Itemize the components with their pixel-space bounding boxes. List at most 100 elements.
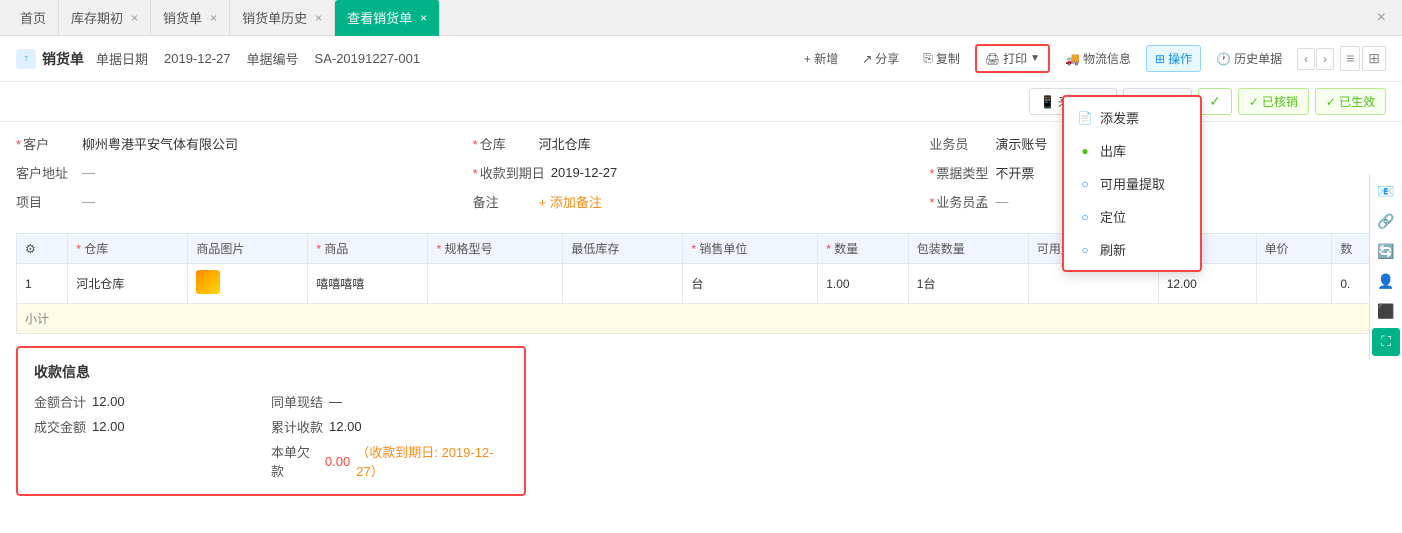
menu-refresh[interactable]: ○ 刷新 xyxy=(1064,233,1200,266)
logistics-icon: 🚚 xyxy=(1065,52,1080,66)
ticket-type-label: 票据类型 xyxy=(929,163,989,182)
same-order-item: 同单现结 — xyxy=(271,392,508,411)
tab-bar: 首页 库存期初 × 销货单 × 销货单历史 × 查看销货单 × × xyxy=(0,0,1402,36)
doc-header: ↑ 销货单 单据日期 2019-12-27 单据编号 SA-20191227-0… xyxy=(0,36,1402,82)
warehouse-label: 仓库 xyxy=(473,134,533,153)
tab-inventory[interactable]: 库存期初 × xyxy=(59,0,151,36)
sidebar-link-icon[interactable]: 🔗 xyxy=(1372,208,1400,236)
product-image xyxy=(196,270,220,294)
menu-available-qty[interactable]: ○ 可用量提取 xyxy=(1064,167,1200,200)
tab-history[interactable]: 销货单历史 × xyxy=(230,0,335,36)
sidebar-email-icon[interactable]: 📧 xyxy=(1372,178,1400,206)
list-view-icon[interactable]: ≡ xyxy=(1340,46,1360,71)
project-label: 项目 xyxy=(16,192,76,211)
col-product: 商品 xyxy=(308,234,428,264)
refresh-icon: ○ xyxy=(1078,243,1092,257)
due-date-label: 收款到期日 xyxy=(473,163,545,182)
total-value: 12.00 xyxy=(92,394,125,409)
operation-button[interactable]: ⊞ 操作 xyxy=(1146,45,1201,72)
payment-title: 收款信息 xyxy=(34,362,508,382)
note-label: 备注 xyxy=(473,192,533,211)
address-field: 客户地址 — xyxy=(16,163,473,182)
view-icons: ≡ ⊞ xyxy=(1340,46,1386,71)
logistics-button[interactable]: 🚚 物流信息 xyxy=(1056,45,1140,72)
check-button[interactable]: ✓ xyxy=(1198,88,1232,115)
deal-amount-item: 成交金额 12.00 xyxy=(34,417,271,436)
menu-add-invoice[interactable]: 📄 添发票 xyxy=(1064,101,1200,134)
customer-value: 柳州粤港平安气体有限公司 xyxy=(82,134,238,153)
same-order-label: 同单现结 xyxy=(271,392,323,411)
copy-button[interactable]: ⎘ 复制 xyxy=(914,45,969,72)
col-warehouse: 仓库 xyxy=(68,234,188,264)
cell-product: 嘻嘻嘻嘻 xyxy=(308,264,428,304)
share-button[interactable]: ↗ 分享 xyxy=(853,45,908,72)
tab-home[interactable]: 首页 xyxy=(8,0,59,36)
total-amount-item: 金额合计 12.00 xyxy=(34,392,271,411)
project-value: — xyxy=(82,194,95,209)
due-value: 0.00 xyxy=(325,454,350,469)
right-sidebar: 📧 🔗 🔄 👤 ⬛ ⛶ xyxy=(1369,174,1402,360)
customer-label: 客户 xyxy=(16,134,76,153)
doc-title: ↑ 销货单 xyxy=(16,49,84,69)
prev-arrow[interactable]: ‹ xyxy=(1297,48,1315,70)
nav-arrows: ‹ › xyxy=(1297,48,1334,70)
available-icon: ○ xyxy=(1078,177,1092,191)
cell-unit: 台 xyxy=(683,264,818,304)
payment-grid: 金额合计 12.00 同单现结 — 成交金额 12.00 累计收款 12.00 … xyxy=(34,392,508,480)
warehouse-value: 河北仓库 xyxy=(539,134,591,153)
same-order-value: — xyxy=(329,394,342,409)
sidebar-refresh-icon[interactable]: 🔄 xyxy=(1372,238,1400,266)
print-button[interactable]: 🖨 打印 ▼ xyxy=(975,44,1050,73)
due-date-value: 2019-12-27 xyxy=(551,165,618,180)
due-note: （收款到期日: 2019-12-27） xyxy=(356,442,508,480)
close-all-tabs[interactable]: × xyxy=(1369,9,1394,27)
cumulative-item: 累计收款 12.00 xyxy=(271,417,508,436)
tab-close-sales[interactable]: × xyxy=(210,11,217,25)
staff-value: 演示账号 xyxy=(995,134,1047,153)
sold-button[interactable]: ✓ 已核销 xyxy=(1238,88,1309,115)
col-image: 商品图片 xyxy=(188,234,308,264)
due-date-field: 收款到期日 2019-12-27 xyxy=(473,163,930,182)
menu-locate[interactable]: ○ 定位 xyxy=(1064,200,1200,233)
deal-amount-label: 成交金额 xyxy=(34,417,86,436)
tab-close-inventory[interactable]: × xyxy=(131,11,138,25)
doc-title-text: 销货单 xyxy=(42,49,84,69)
history-button[interactable]: 🕐 历史单据 xyxy=(1207,45,1291,72)
col-min-stock: 最低库存 xyxy=(563,234,683,264)
total-label: 金额合计 xyxy=(34,392,86,411)
add-note-button[interactable]: + 添加备注 xyxy=(539,192,602,211)
locate-icon: ○ xyxy=(1078,210,1092,224)
operation-icon: ⊞ xyxy=(1155,52,1165,66)
next-arrow[interactable]: › xyxy=(1316,48,1334,70)
tab-close-history[interactable]: × xyxy=(315,11,322,25)
print-icon: 🖨 xyxy=(985,52,1000,66)
col-unit: 销售单位 xyxy=(683,234,818,264)
number-label: 单据编号 xyxy=(247,49,299,68)
operation-dropdown: 📄 添发票 ● 出库 ○ 可用量提取 ○ 定位 ○ 刷新 xyxy=(1062,95,1202,272)
tab-view-sales[interactable]: 查看销货单 × xyxy=(335,0,440,36)
cell-no: 1 xyxy=(17,264,68,304)
note-field: 备注 + 添加备注 xyxy=(473,192,930,211)
effect-button[interactable]: ✓ 已生效 xyxy=(1315,88,1386,115)
new-button[interactable]: + 新增 xyxy=(795,45,847,72)
menu-outbound[interactable]: ● 出库 xyxy=(1064,134,1200,167)
copy-icon: ⎘ xyxy=(923,51,933,66)
cell-warehouse: 河北仓库 xyxy=(68,264,188,304)
tab-sales[interactable]: 销货单 × xyxy=(151,0,230,36)
sidebar-expand-icon[interactable]: ⛶ xyxy=(1372,328,1400,356)
doc-actions: + 新增 ↗ 分享 ⎘ 复制 🖨 打印 ▼ 🚚 物流信息 ⊞ 操作 xyxy=(795,44,1386,73)
col-model: 规格型号 xyxy=(428,234,563,264)
payment-box: 收款信息 金额合计 12.00 同单现结 — 成交金额 12.00 累计收款 1… xyxy=(16,346,526,496)
sidebar-user-icon[interactable]: 👤 xyxy=(1372,268,1400,296)
col-pack-qty: 包装数量 xyxy=(908,234,1028,264)
cell-image xyxy=(188,264,308,304)
tab-close-view-sales[interactable]: × xyxy=(420,11,427,25)
salesperson-label: 业务员孟 xyxy=(929,192,989,211)
customer-field: 客户 柳州粤港平安气体有限公司 xyxy=(16,134,473,153)
grid-view-icon[interactable]: ⊞ xyxy=(1362,46,1386,71)
col-settings[interactable]: ⚙ xyxy=(17,234,68,264)
outbound-icon: ● xyxy=(1078,144,1092,158)
sidebar-block-icon[interactable]: ⬛ xyxy=(1372,298,1400,326)
print-dropdown-arrow: ▼ xyxy=(1030,53,1040,64)
salesperson-value: — xyxy=(995,194,1008,209)
